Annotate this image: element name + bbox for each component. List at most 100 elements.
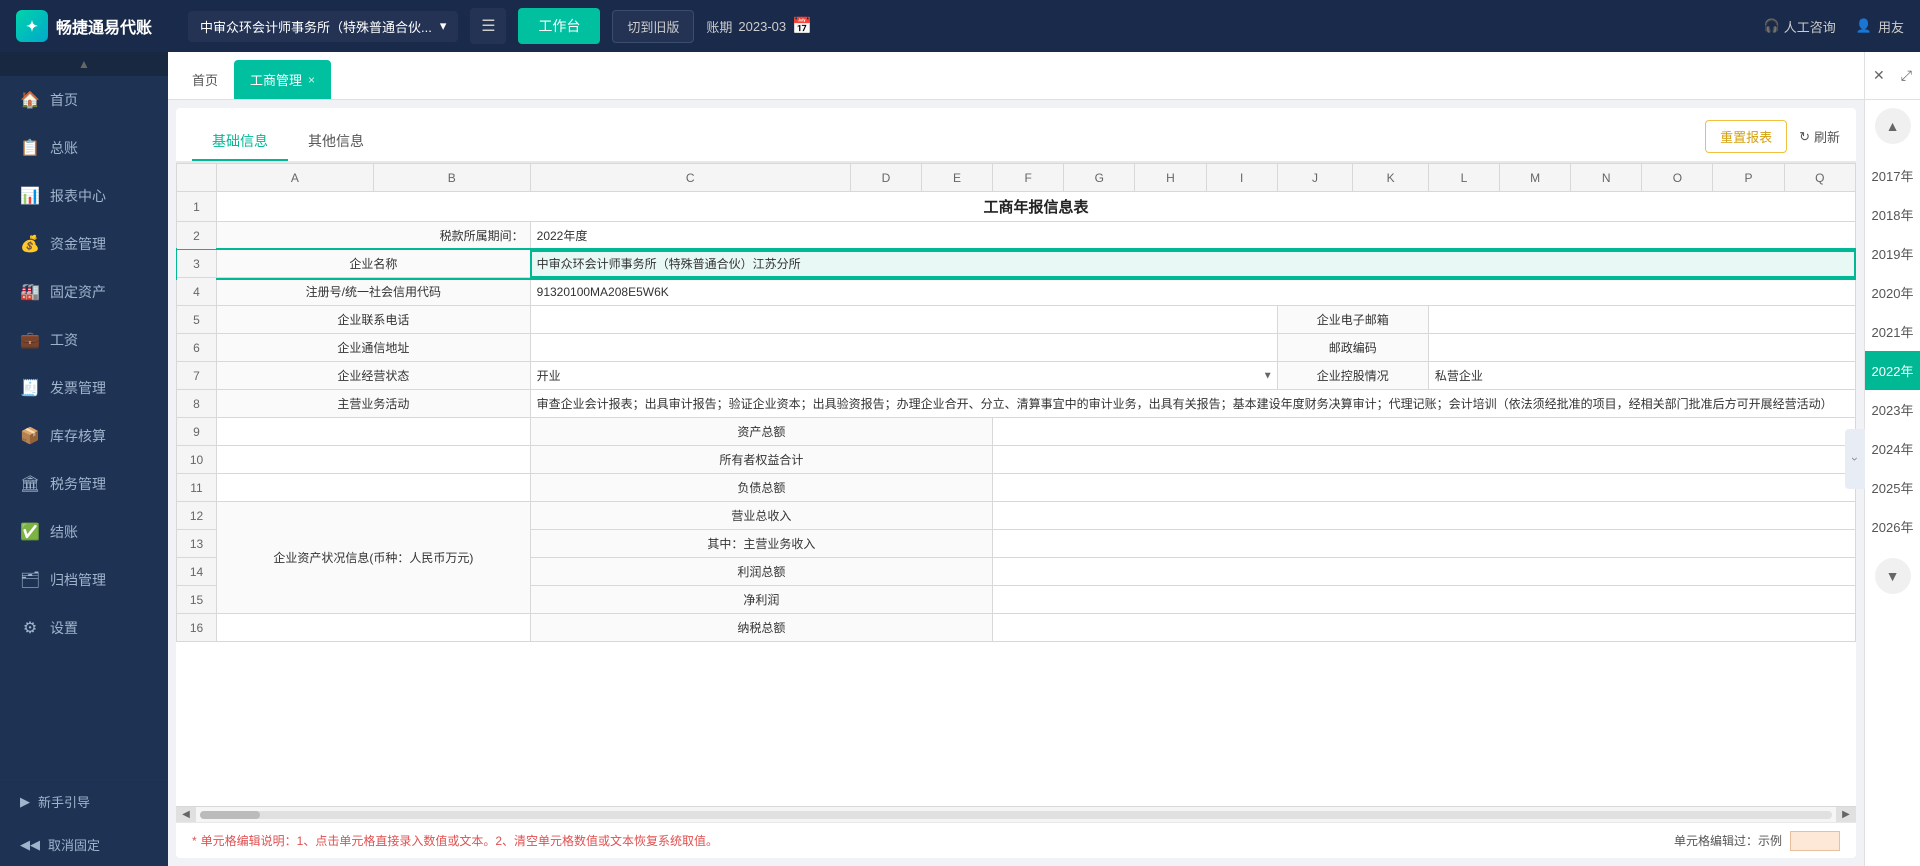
row-num-3: 3 <box>177 250 217 278</box>
sidebar-item-salary[interactable]: 💼 工资 <box>0 316 168 364</box>
period-label: 税款所属期间： <box>217 222 531 250</box>
user-area[interactable]: 👤 用友 <box>1856 17 1904 36</box>
equity-value[interactable] <box>993 446 1856 474</box>
sub-tab-other[interactable]: 其他信息 <box>288 123 384 161</box>
year-item[interactable]: 2017年 <box>1865 156 1920 195</box>
sidebar-item-funds[interactable]: 💰 资金管理 <box>0 220 168 268</box>
tab-business[interactable]: 工商管理 × <box>234 60 331 99</box>
year-item[interactable]: 2018年 <box>1865 195 1920 234</box>
panel-collapse-btn[interactable]: › <box>1845 429 1865 489</box>
equity-label: 所有者权益合计 <box>530 446 992 474</box>
scroll-thumb[interactable] <box>200 811 260 819</box>
year-item[interactable]: 2024年 <box>1865 429 1920 468</box>
year-item[interactable]: 2025年 <box>1865 468 1920 507</box>
company-selector[interactable]: 中审众环会计师事务所（特殊普通合伙... ▾ <box>188 11 458 42</box>
total-assets-label: 资产总额 <box>530 418 992 446</box>
table-row: 6 企业通信地址 邮政编码 <box>177 334 1856 362</box>
year-item[interactable]: 2023年 <box>1865 390 1920 429</box>
h-scrollbar[interactable]: ◀ ▶ <box>176 806 1856 822</box>
row-num-16: 16 <box>177 614 217 642</box>
year-item[interactable]: 2019年 <box>1865 234 1920 273</box>
company-name-value[interactable]: 中审众环会计师事务所（特殊普通合伙）江苏分所 <box>530 250 1855 278</box>
scroll-left-btn[interactable]: ◀ <box>176 807 196 823</box>
year-item[interactable]: 2020年 <box>1865 273 1920 312</box>
sidebar-bottom: ▶ 新手引导 ◀◀ 取消固定 <box>0 779 168 866</box>
total-assets-value[interactable] <box>993 418 1856 446</box>
top-header: ✦ 畅捷通易代账 中审众环会计师事务所（特殊普通合伙... ▾ ☰ 工作台 切到… <box>0 0 1920 52</box>
sheet-table-wrap[interactable]: A B C D E F G H I J K L <box>176 163 1856 806</box>
ledger-icon: 📋 <box>20 138 40 158</box>
period-value[interactable]: 2022年度 <box>530 222 1855 250</box>
col-header-c: C <box>530 164 850 192</box>
workbench-button[interactable]: 工作台 <box>518 8 600 44</box>
sidebar-item-ledger[interactable]: 📋 总账 <box>0 124 168 172</box>
net-profit-value[interactable] <box>993 586 1856 614</box>
scroll-track[interactable] <box>200 811 1832 819</box>
address-value[interactable] <box>530 334 1277 362</box>
sidebar-item-settlement[interactable]: ✅ 结账 <box>0 508 168 556</box>
footer-right-label: 单元格编辑过：示例 <box>1674 832 1782 849</box>
col-header-q: Q <box>1784 164 1855 192</box>
year-item[interactable]: 2022年 <box>1865 351 1920 390</box>
company-name: 中审众环会计师事务所（特殊普通合伙... <box>200 17 432 36</box>
logo-area: ✦ 畅捷通易代账 <box>16 10 176 42</box>
col-header-g: G <box>1064 164 1135 192</box>
sidebar-item-reports[interactable]: 📊 报表中心 <box>0 172 168 220</box>
sheet-footer: * 单元格编辑说明：1、点击单元格直接录入数值或文本。2、清空单元格数值或文本恢… <box>176 822 1856 858</box>
home-icon: 🏠 <box>20 90 40 110</box>
table-row: 9 资产总额 <box>177 418 1856 446</box>
tab-bar: 首页 工商管理 × <box>168 52 1864 100</box>
sidebar-item-invoice[interactable]: 🧾 发票管理 <box>0 364 168 412</box>
total-tax-value[interactable] <box>993 614 1856 642</box>
sidebar-new-guide[interactable]: ▶ 新手引导 <box>0 780 168 823</box>
year-nav-up[interactable]: ▲ <box>1875 108 1911 144</box>
refresh-button[interactable]: ↻ 刷新 <box>1799 127 1840 146</box>
reset-button[interactable]: 重置报表 <box>1705 120 1787 153</box>
year-nav-down[interactable]: ▼ <box>1875 558 1911 594</box>
sidebar-item-home[interactable]: 🏠 首页 <box>0 76 168 124</box>
settings-icon: ⚙ <box>20 618 40 638</box>
funds-icon: 💰 <box>20 234 40 254</box>
col-header-l: L <box>1428 164 1499 192</box>
tab-home[interactable]: 首页 <box>180 60 230 99</box>
business-value[interactable]: 审查企业会计报表；出具审计报告；验证企业资本；出具验资报告；办理企业合开、分立、… <box>530 390 1855 418</box>
sidebar-item-settings[interactable]: ⚙ 设置 <box>0 604 168 652</box>
sidebar-scroll-up[interactable]: ▲ <box>0 52 168 76</box>
main-revenue-value[interactable] <box>993 530 1856 558</box>
postcode-label: 邮政编码 <box>1277 334 1428 362</box>
tab-close-icon[interactable]: × <box>308 73 315 87</box>
row-num-8: 8 <box>177 390 217 418</box>
status-value[interactable]: 开业 ▼ <box>530 362 1277 390</box>
sidebar-label-tax: 税务管理 <box>50 474 106 494</box>
sub-tab-basic[interactable]: 基础信息 <box>192 123 288 161</box>
sidebar-item-assets[interactable]: 🏭 固定资产 <box>0 268 168 316</box>
sidebar-item-inventory[interactable]: 📦 库存核算 <box>0 412 168 460</box>
sidebar-unpin[interactable]: ◀◀ 取消固定 <box>0 823 168 866</box>
total-tax-label: 纳税总额 <box>530 614 992 642</box>
scroll-right-btn[interactable]: ▶ <box>1836 807 1856 823</box>
liabilities-value[interactable] <box>993 474 1856 502</box>
total-revenue-value[interactable] <box>993 502 1856 530</box>
year-item[interactable]: 2026年 <box>1865 507 1920 546</box>
email-value[interactable] <box>1428 306 1855 334</box>
calendar-icon[interactable]: 📅 <box>792 16 812 36</box>
reg-value[interactable]: 91320100MA208E5W6K <box>530 278 1855 306</box>
close-icon[interactable]: ✕ <box>1873 67 1885 84</box>
service-button[interactable]: 🎧 人工咨询 <box>1764 17 1836 36</box>
company-icon-btn[interactable]: ☰ <box>470 8 506 44</box>
title-cell[interactable]: 工商年报信息表 <box>217 192 1856 222</box>
holding-value[interactable]: 私营企业 <box>1428 362 1855 390</box>
sidebar-label-assets: 固定资产 <box>50 282 106 302</box>
old-version-button[interactable]: 切到旧版 <box>612 10 694 43</box>
sidebar-label-ledger: 总账 <box>50 138 78 158</box>
sidebar-item-archive[interactable]: 🗂 归档管理 <box>0 556 168 604</box>
table-row: 16 纳税总额 <box>177 614 1856 642</box>
row-num-14: 14 <box>177 558 217 586</box>
postcode-value[interactable] <box>1428 334 1855 362</box>
year-item[interactable]: 2021年 <box>1865 312 1920 351</box>
total-profit-value[interactable] <box>993 558 1856 586</box>
expand-icon[interactable]: ⤢ <box>1901 67 1912 84</box>
phone-value[interactable] <box>530 306 1277 334</box>
sidebar-item-tax[interactable]: 🏛 税务管理 <box>0 460 168 508</box>
col-header-h: H <box>1135 164 1206 192</box>
